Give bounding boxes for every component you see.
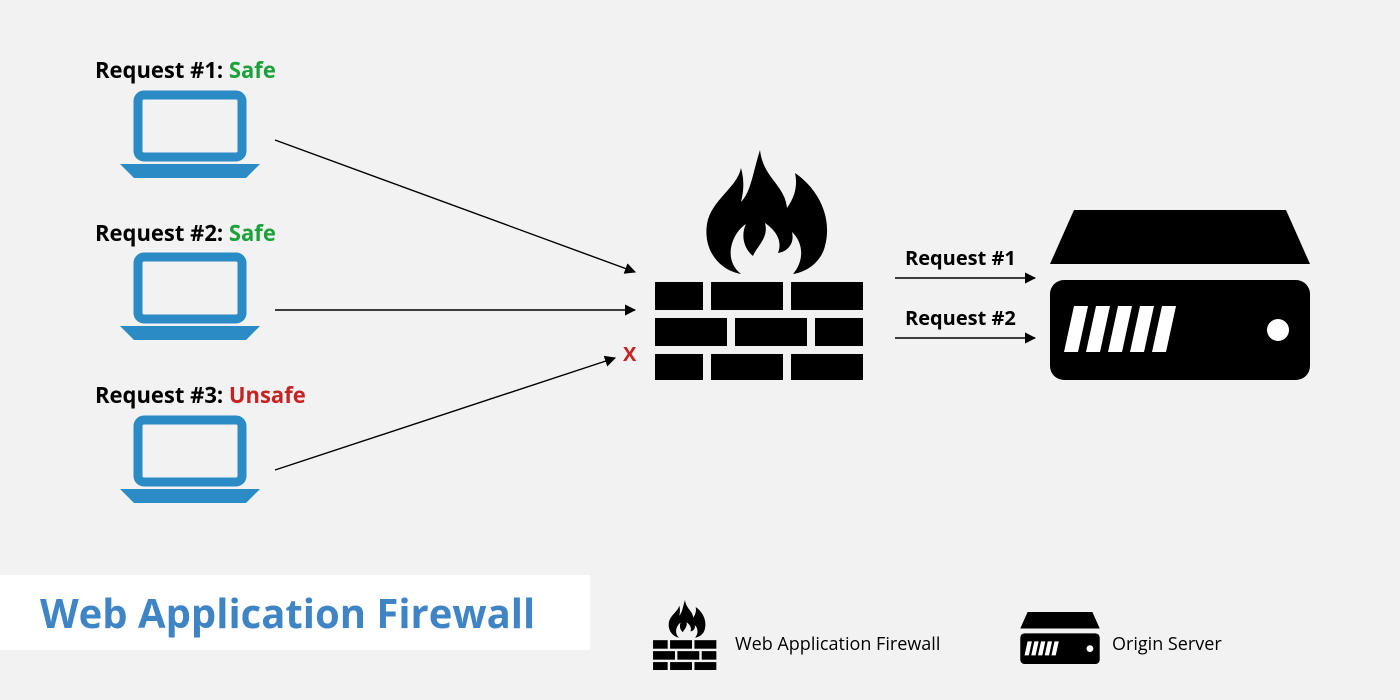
- passed-request-2: Request #2: [905, 304, 1016, 331]
- diagram-title: Web Application Firewall: [0, 575, 590, 650]
- legend-firewall-label: Web Application Firewall: [735, 632, 940, 656]
- diagram-canvas: Request #1: Safe Request #2: Safe Reques…: [0, 0, 1400, 700]
- laptop-icon: [120, 415, 260, 505]
- firewall-icon: [645, 150, 875, 380]
- request-1-prefix: Request #1:: [95, 55, 229, 85]
- request-3-prefix: Request #3:: [95, 380, 229, 410]
- server-icon: [1050, 210, 1310, 390]
- request-2-prefix: Request #2:: [95, 218, 229, 248]
- request-2-label: Request #2: Safe: [95, 218, 276, 248]
- block-mark: X: [623, 340, 636, 367]
- passed-request-1: Request #1: [905, 244, 1016, 271]
- request-3-label: Request #3: Unsafe: [95, 380, 306, 410]
- laptop-icon: [120, 90, 260, 180]
- request-1-label: Request #1: Safe: [95, 55, 276, 85]
- request-2-status: Safe: [229, 218, 276, 248]
- legend-server-label: Origin Server: [1112, 632, 1222, 656]
- request-1-status: Safe: [229, 55, 276, 85]
- legend-server-icon: [1020, 612, 1100, 667]
- legend-firewall-icon: [650, 600, 720, 670]
- laptop-icon: [120, 252, 260, 342]
- request-3-status: Unsafe: [229, 380, 306, 410]
